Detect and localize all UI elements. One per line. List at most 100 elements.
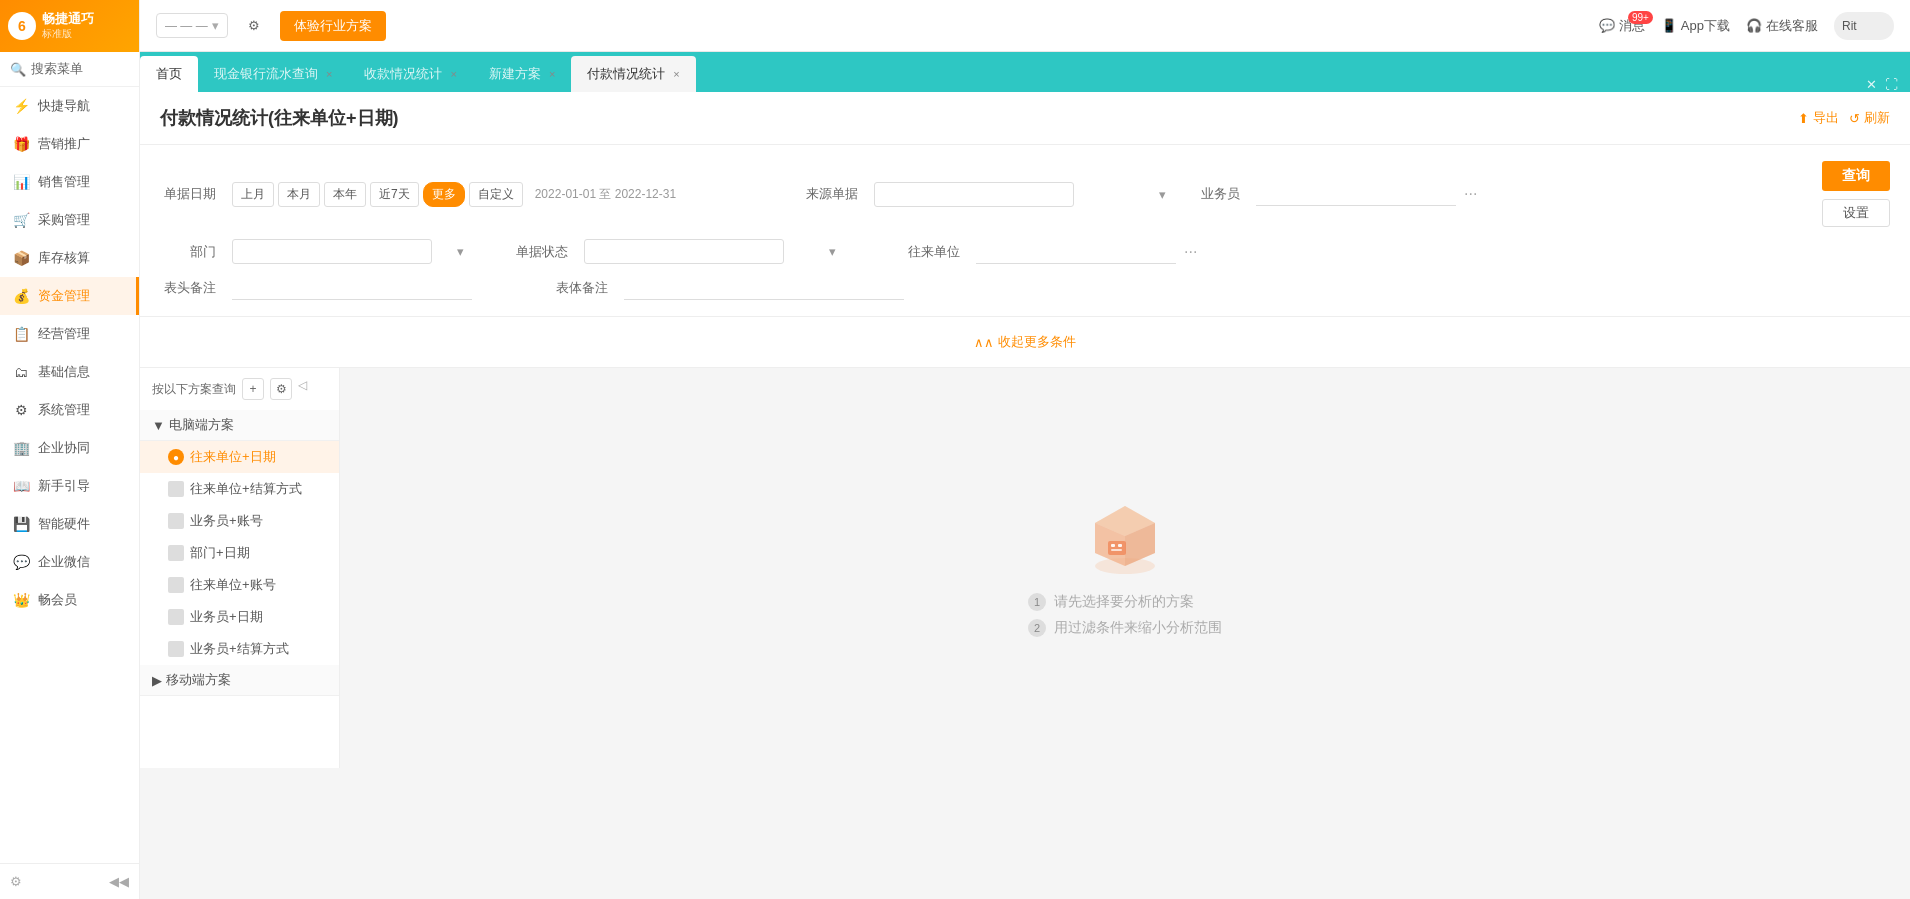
tab-receivable[interactable]: 收款情况统计 × [348,56,472,92]
scheme-desktop-title[interactable]: ▼ 电脑端方案 [140,410,339,441]
sales-icon: 📊 [12,173,30,191]
date-filter-label: 单据日期 [160,185,216,203]
tab-close-bank[interactable]: × [326,68,332,80]
related-party-label: 往来单位 [900,243,960,261]
scheme-item-salesman-account[interactable]: 业务员+账号 [140,505,339,537]
tabs-actions: ✕ ⛶ [1854,77,1910,92]
app-icon: 📱 [1661,18,1677,33]
empty-step-1: 1 请先选择要分析的方案 [1028,593,1222,611]
body-note-content [624,276,924,300]
scheme-item-salesman-date[interactable]: 业务员+日期 [140,601,339,633]
scheme-settings-btn[interactable]: ⚙ [270,378,292,400]
empty-illustration [1075,491,1175,581]
source-select-container [874,182,1174,207]
sidebar-settings-icon[interactable]: ⚙ [10,874,22,889]
messages-btn[interactable]: 💬 消息 99+ [1599,17,1645,35]
sidebar-item-finance[interactable]: 💰 资金管理 [0,277,139,315]
related-party-dots-icon[interactable]: ··· [1184,243,1197,261]
body-note-input[interactable] [624,276,904,300]
sidebar-item-sales[interactable]: 📊 销售管理 [0,163,139,201]
inventory-icon: 📦 [12,249,30,267]
sidebar-item-marketing[interactable]: 🎁 营销推广 [0,125,139,163]
sidebar: 6 畅捷通巧 标准版 🔍 搜索菜单 ⚡ 快捷导航 🎁 营销推广 📊 销售管理 🛒… [0,0,140,899]
search-menu[interactable]: 🔍 搜索菜单 [0,52,139,87]
empty-steps: 1 请先选择要分析的方案 2 用过滤条件来缩小分析范围 [1028,593,1222,645]
purchase-icon: 🛒 [12,211,30,229]
filter-area: 单据日期 上月 本月 本年 近7天 更多 自定义 2022-01-01 至 20… [140,145,1910,317]
scheme-icon-chart [168,577,184,593]
scheme-header-actions: + ⚙ ◁ [242,378,307,400]
tab-close-all-icon[interactable]: ✕ [1866,77,1877,92]
scheme-item-party-account[interactable]: 往来单位+账号 [140,569,339,601]
topbar-settings-icon[interactable]: ⚙ [240,12,268,40]
export-btn[interactable]: ⬆ 导出 [1798,109,1839,127]
scheme-mobile-title[interactable]: ▶ 移动端方案 [140,665,339,696]
sidebar-collapse-icon[interactable]: ◀◀ [109,874,129,889]
tab-payment-stats[interactable]: 付款情况统计 × [571,56,695,92]
refresh-btn[interactable]: ↺ 刷新 [1849,109,1890,127]
date-7days-btn[interactable]: 近7天 [370,182,419,207]
query-actions: 查询 设置 [1822,161,1890,227]
collapse-icon: ∧∧ [974,335,994,350]
sidebar-item-system[interactable]: ⚙ 系统管理 [0,391,139,429]
filter-row-date: 单据日期 上月 本月 本年 近7天 更多 自定义 2022-01-01 至 20… [160,161,1890,227]
tab-bank[interactable]: 现金银行流水查询 × [198,56,348,92]
scheme-icon-gray-1 [168,481,184,497]
svg-rect-5 [1108,541,1126,555]
scheme-icon-gray-5 [168,641,184,657]
sidebar-item-purchase[interactable]: 🛒 采购管理 [0,201,139,239]
sidebar-item-shortcut[interactable]: ⚡ 快捷导航 [0,87,139,125]
page-title: 付款情况统计(往来单位+日期) [160,106,399,130]
sidebar-nav: ⚡ 快捷导航 🎁 营销推广 📊 销售管理 🛒 采购管理 📦 库存核算 💰 资金管… [0,87,139,863]
scheme-item-party-date[interactable]: ● 往来单位+日期 [140,441,339,473]
scheme-panel: 按以下方案查询 + ⚙ ◁ ▼ 电脑端方案 ● 往来单位+日期 [140,368,340,768]
sidebar-item-hardware[interactable]: 💾 智能硬件 [0,505,139,543]
date-more-btn[interactable]: 更多 [423,182,465,207]
voucher-status-select-container [584,239,844,264]
online-service-btn[interactable]: 🎧 在线客服 [1746,17,1818,35]
app-download-btn[interactable]: 📱 App下载 [1661,17,1730,35]
date-custom-btn[interactable]: 自定义 [469,182,523,207]
sidebar-item-operations[interactable]: 📋 经营管理 [0,315,139,353]
scheme-item-party-settle[interactable]: 往来单位+结算方式 [140,473,339,505]
sidebar-item-basic[interactable]: 🗂 基础信息 [0,353,139,391]
filter-settings-btn[interactable]: 设置 [1822,199,1890,227]
scheme-add-btn[interactable]: + [242,378,264,400]
trial-btn[interactable]: 体验行业方案 [280,11,386,41]
tab-new-plan[interactable]: 新建方案 × [473,56,571,92]
tab-close-receivable[interactable]: × [450,68,456,80]
marketing-icon: 🎁 [12,135,30,153]
salesperson-dots-icon[interactable]: ··· [1464,185,1477,203]
dept-content [232,239,492,264]
date-last-month-btn[interactable]: 上月 [232,182,274,207]
user-avatar[interactable]: Rit [1834,12,1894,40]
dept-select[interactable] [232,239,432,264]
scheme-query-label: 按以下方案查询 [152,381,236,398]
sidebar-item-guide[interactable]: 📖 新手引导 [0,467,139,505]
scheme-collapse-btn[interactable]: ◁ [298,378,307,400]
salesperson-input[interactable] [1256,182,1456,206]
right-panel: 1 请先选择要分析的方案 2 用过滤条件来缩小分析范围 [340,368,1910,768]
chevron-down-icon: ▼ [152,418,165,433]
sidebar-item-inventory[interactable]: 📦 库存核算 [0,239,139,277]
tab-maximize-icon[interactable]: ⛶ [1885,77,1898,92]
sidebar-item-wechat[interactable]: 💬 企业微信 [0,543,139,581]
scheme-item-dept-date[interactable]: 部门+日期 [140,537,339,569]
workspace-dropdown[interactable]: — — — ▾ [156,13,228,38]
date-this-year-btn[interactable]: 本年 [324,182,366,207]
tab-home[interactable]: 首页 [140,56,198,92]
header-note-input[interactable] [232,276,472,300]
query-btn[interactable]: 查询 [1822,161,1890,191]
guide-icon: 📖 [12,477,30,495]
sidebar-item-member[interactable]: 👑 畅会员 [0,581,139,619]
scheme-item-salesman-settle[interactable]: 业务员+结算方式 [140,633,339,665]
voucher-status-select[interactable] [584,239,784,264]
collapse-more-btn[interactable]: ∧∧ 收起更多条件 [966,325,1084,359]
sidebar-item-enterprise[interactable]: 🏢 企业协同 [0,429,139,467]
related-party-input[interactable] [976,240,1176,264]
svg-rect-7 [1118,544,1122,547]
source-select[interactable] [874,182,1074,207]
date-this-month-btn[interactable]: 本月 [278,182,320,207]
tab-close-new-plan[interactable]: × [549,68,555,80]
tab-close-payment-stats[interactable]: × [673,68,679,80]
